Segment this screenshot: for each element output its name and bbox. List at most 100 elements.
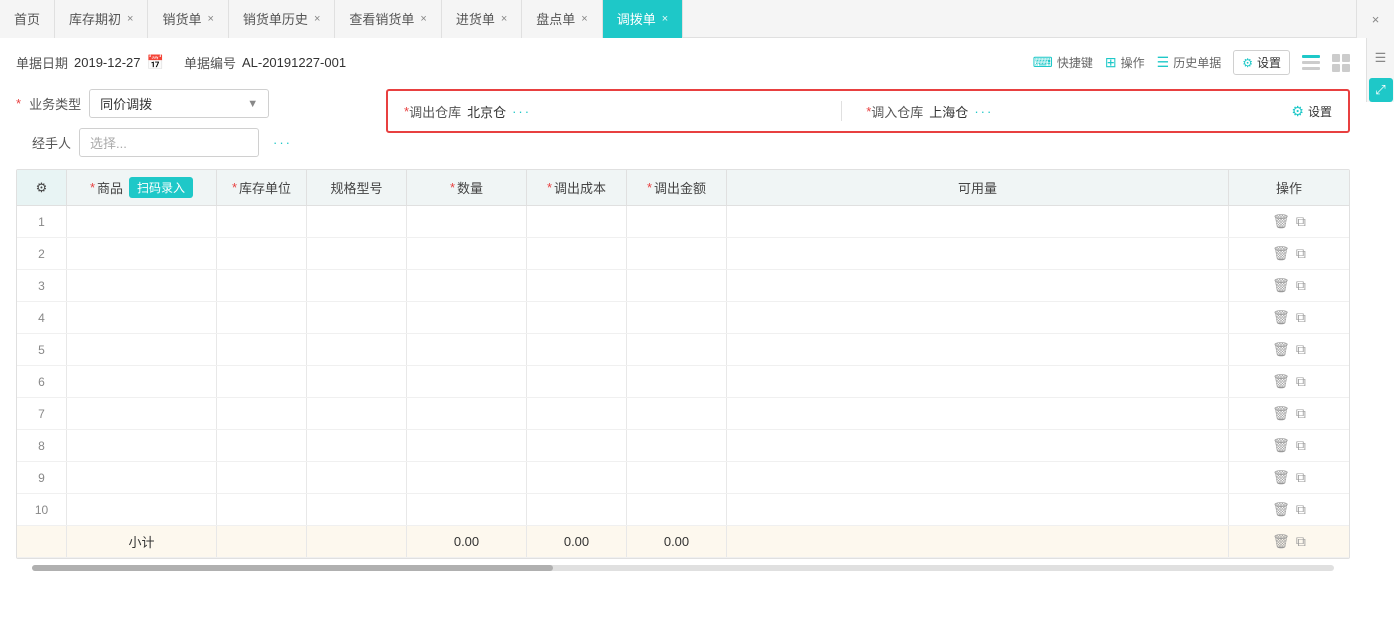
tab-inventory-init[interactable]: 库存期初 ×	[55, 0, 148, 38]
row-cost[interactable]	[527, 334, 627, 365]
row-amount[interactable]	[627, 366, 727, 397]
row-delete-icon[interactable]: 🗑	[1272, 309, 1290, 326]
row-amount[interactable]	[627, 334, 727, 365]
scan-button[interactable]: 扫码录入	[129, 177, 193, 198]
row-amount[interactable]	[627, 302, 727, 333]
row-copy-icon[interactable]: ⧉	[1296, 277, 1306, 294]
close-all-tabs-button[interactable]: ×	[1356, 0, 1394, 38]
row-unit[interactable]	[217, 206, 307, 237]
row-unit[interactable]	[217, 302, 307, 333]
row-quantity[interactable]	[407, 366, 527, 397]
tab-purchase-order-close[interactable]: ×	[501, 13, 507, 25]
row-spec[interactable]	[307, 366, 407, 397]
row-delete-icon[interactable]: 🗑	[1272, 501, 1290, 518]
row-cost[interactable]	[527, 302, 627, 333]
tab-sales-history[interactable]: 销货单历史 ×	[229, 0, 335, 38]
row-product[interactable]	[67, 430, 217, 461]
row-copy-icon[interactable]: ⧉	[1296, 245, 1306, 262]
row-delete-icon[interactable]: 🗑	[1272, 469, 1290, 486]
row-delete-icon[interactable]: 🗑	[1272, 341, 1290, 358]
row-product[interactable]	[67, 238, 217, 269]
row-spec[interactable]	[307, 430, 407, 461]
row-quantity[interactable]	[407, 334, 527, 365]
row-copy-icon[interactable]: ⧉	[1296, 437, 1306, 454]
row-product[interactable]	[67, 494, 217, 525]
tab-sales-order-close[interactable]: ×	[207, 13, 213, 25]
row-quantity[interactable]	[407, 462, 527, 493]
tab-transfer-order-close[interactable]: ×	[662, 13, 668, 25]
row-spec[interactable]	[307, 334, 407, 365]
row-copy-icon[interactable]: ⧉	[1296, 405, 1306, 422]
row-cost[interactable]	[527, 430, 627, 461]
row-product[interactable]	[67, 302, 217, 333]
tab-sales-history-close[interactable]: ×	[314, 13, 320, 25]
row-product[interactable]	[67, 366, 217, 397]
grid-view-icon[interactable]	[1332, 54, 1350, 72]
row-copy-icon[interactable]: ⧉	[1296, 501, 1306, 518]
row-product[interactable]	[67, 334, 217, 365]
row-spec[interactable]	[307, 270, 407, 301]
row-amount[interactable]	[627, 494, 727, 525]
row-delete-icon[interactable]: 🗑	[1272, 373, 1290, 390]
calendar-icon[interactable]: 📅	[147, 54, 164, 71]
tab-view-sales[interactable]: 查看销货单 ×	[335, 0, 441, 38]
row-copy-icon[interactable]: ⧉	[1296, 309, 1306, 326]
row-quantity[interactable]	[407, 302, 527, 333]
warehouse-settings[interactable]: ⚙ 设置	[1291, 103, 1332, 120]
row-unit[interactable]	[217, 270, 307, 301]
row-amount[interactable]	[627, 206, 727, 237]
row-unit[interactable]	[217, 494, 307, 525]
row-cost[interactable]	[527, 462, 627, 493]
row-quantity[interactable]	[407, 270, 527, 301]
row-cost[interactable]	[527, 270, 627, 301]
row-unit[interactable]	[217, 430, 307, 461]
row-delete-icon[interactable]: 🗑	[1272, 277, 1290, 294]
row-amount[interactable]	[627, 430, 727, 461]
row-spec[interactable]	[307, 302, 407, 333]
row-copy-icon[interactable]: ⧉	[1296, 341, 1306, 358]
tab-view-sales-close[interactable]: ×	[420, 13, 426, 25]
row-delete-icon[interactable]: 🗑	[1272, 437, 1290, 454]
business-type-select[interactable]: 同价调拨 ▼	[89, 89, 269, 118]
tab-inventory-count[interactable]: 盘点单 ×	[522, 0, 602, 38]
row-quantity[interactable]	[407, 206, 527, 237]
row-delete-icon[interactable]: 🗑	[1272, 213, 1290, 230]
row-amount[interactable]	[627, 270, 727, 301]
transfer-in-more[interactable]: ···	[974, 104, 993, 119]
horizontal-scrollbar[interactable]	[16, 563, 1350, 573]
th-gear[interactable]: ⚙	[17, 170, 67, 205]
row-cost[interactable]	[527, 398, 627, 429]
row-delete-icon[interactable]: 🗑	[1272, 405, 1290, 422]
row-cost[interactable]	[527, 366, 627, 397]
subtotal-copy-icon[interactable]: ⧉	[1296, 533, 1306, 550]
row-product[interactable]	[67, 206, 217, 237]
tab-purchase-order[interactable]: 进货单 ×	[442, 0, 522, 38]
tab-home[interactable]: 首页	[0, 0, 55, 38]
tab-sales-order[interactable]: 销货单 ×	[148, 0, 228, 38]
transfer-out-more[interactable]: ···	[512, 104, 531, 119]
tab-inventory-init-close[interactable]: ×	[127, 13, 133, 25]
row-copy-icon[interactable]: ⧉	[1296, 373, 1306, 390]
row-spec[interactable]	[307, 206, 407, 237]
sidebar-expand-icon[interactable]: ⤢	[1369, 78, 1393, 102]
tab-transfer-order[interactable]: 调拨单 ×	[603, 0, 683, 38]
row-spec[interactable]	[307, 462, 407, 493]
row-product[interactable]	[67, 398, 217, 429]
row-product[interactable]	[67, 270, 217, 301]
row-spec[interactable]	[307, 494, 407, 525]
row-copy-icon[interactable]: ⧉	[1296, 469, 1306, 486]
row-cost[interactable]	[527, 238, 627, 269]
subtotal-delete-icon[interactable]: 🗑	[1272, 533, 1290, 550]
history-button[interactable]: ☰ 历史单据	[1157, 54, 1222, 71]
row-quantity[interactable]	[407, 430, 527, 461]
view-toggle[interactable]	[1302, 55, 1320, 70]
row-unit[interactable]	[217, 238, 307, 269]
operations-button[interactable]: ⊞ 操作	[1105, 54, 1145, 71]
tab-inventory-count-close[interactable]: ×	[581, 13, 587, 25]
row-cost[interactable]	[527, 206, 627, 237]
person-more-icon[interactable]: ···	[273, 135, 292, 150]
row-cost[interactable]	[527, 494, 627, 525]
shortcut-key-button[interactable]: ⌨ 快捷键	[1033, 54, 1093, 71]
row-quantity[interactable]	[407, 398, 527, 429]
row-delete-icon[interactable]: 🗑	[1272, 245, 1290, 262]
